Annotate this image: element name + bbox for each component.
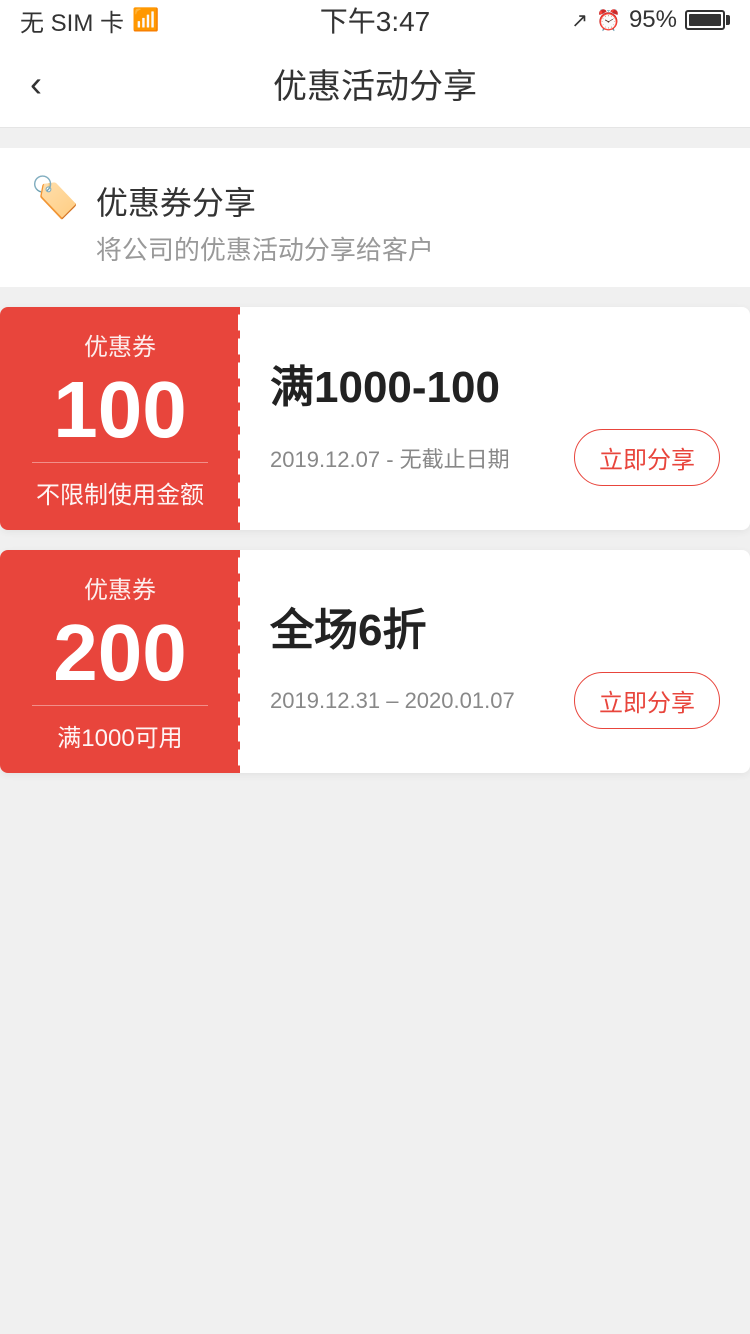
location-icon: ↗ — [571, 8, 588, 33]
section-header: 🏷️ 优惠券分享 将公司的优惠活动分享给客户 — [0, 148, 750, 287]
coupon-condition-1: 不限制使用金额 — [36, 475, 204, 510]
share-button-1[interactable]: 立即分享 — [574, 429, 720, 486]
carrier-label: 无 SIM 卡 — [20, 3, 124, 38]
battery-icon — [685, 10, 730, 30]
coupon-right-1: 满1000-100 2019.12.07 - 无截止日期 立即分享 — [240, 307, 750, 530]
coupon-left-1: 优惠券 100 不限制使用金额 — [0, 307, 240, 530]
wifi-icon: 📶 — [132, 7, 159, 33]
coupon-type-1: 优惠券 — [84, 327, 156, 362]
section-subtitle: 将公司的优惠活动分享给客户 — [96, 230, 434, 267]
coupon-date-2: 2019.12.31 – 2020.01.07 — [270, 688, 515, 714]
coupon-name-1: 满1000-100 — [270, 351, 720, 415]
battery-label: 95% — [629, 6, 677, 34]
status-left: 无 SIM 卡 📶 — [20, 3, 159, 38]
coupon-left-2: 优惠券 200 满1000可用 — [0, 550, 240, 773]
coupon-name-2: 全场6折 — [270, 594, 720, 658]
section-title: 优惠券分享 — [96, 178, 434, 224]
section-text-block: 优惠券分享 将公司的优惠活动分享给客户 — [96, 178, 434, 267]
coupon-right-2: 全场6折 2019.12.31 – 2020.01.07 立即分享 — [240, 550, 750, 773]
coupon-type-2: 优惠券 — [84, 570, 156, 605]
nav-bar: ‹ 优惠活动分享 — [0, 40, 750, 128]
coupon-bottom-2: 2019.12.31 – 2020.01.07 立即分享 — [270, 672, 720, 729]
coupon-card-2: 优惠券 200 满1000可用 全场6折 2019.12.31 – 2020.0… — [0, 550, 750, 773]
back-button[interactable]: ‹ — [30, 63, 42, 105]
coupon-list: 优惠券 100 不限制使用金额 满1000-100 2019.12.07 - 无… — [0, 307, 750, 793]
status-bar: 无 SIM 卡 📶 下午3:47 ↗ ⏰ 95% — [0, 0, 750, 40]
status-right: ↗ ⏰ 95% — [571, 6, 730, 34]
coupon-bottom-1: 2019.12.07 - 无截止日期 立即分享 — [270, 429, 720, 486]
coupon-date-1: 2019.12.07 - 无截止日期 — [270, 442, 510, 474]
coupon-icon: 🏷️ — [30, 178, 80, 218]
coupon-divider-1 — [32, 462, 208, 463]
coupon-value-2: 200 — [53, 613, 186, 693]
coupon-condition-2: 满1000可用 — [57, 718, 182, 753]
coupon-divider-2 — [32, 705, 208, 706]
alarm-icon: ⏰ — [596, 8, 621, 33]
page-title: 优惠活动分享 — [273, 59, 477, 108]
coupon-value-1: 100 — [53, 370, 186, 450]
coupon-card-1: 优惠券 100 不限制使用金额 满1000-100 2019.12.07 - 无… — [0, 307, 750, 530]
status-time: 下午3:47 — [320, 0, 431, 40]
share-button-2[interactable]: 立即分享 — [574, 672, 720, 729]
